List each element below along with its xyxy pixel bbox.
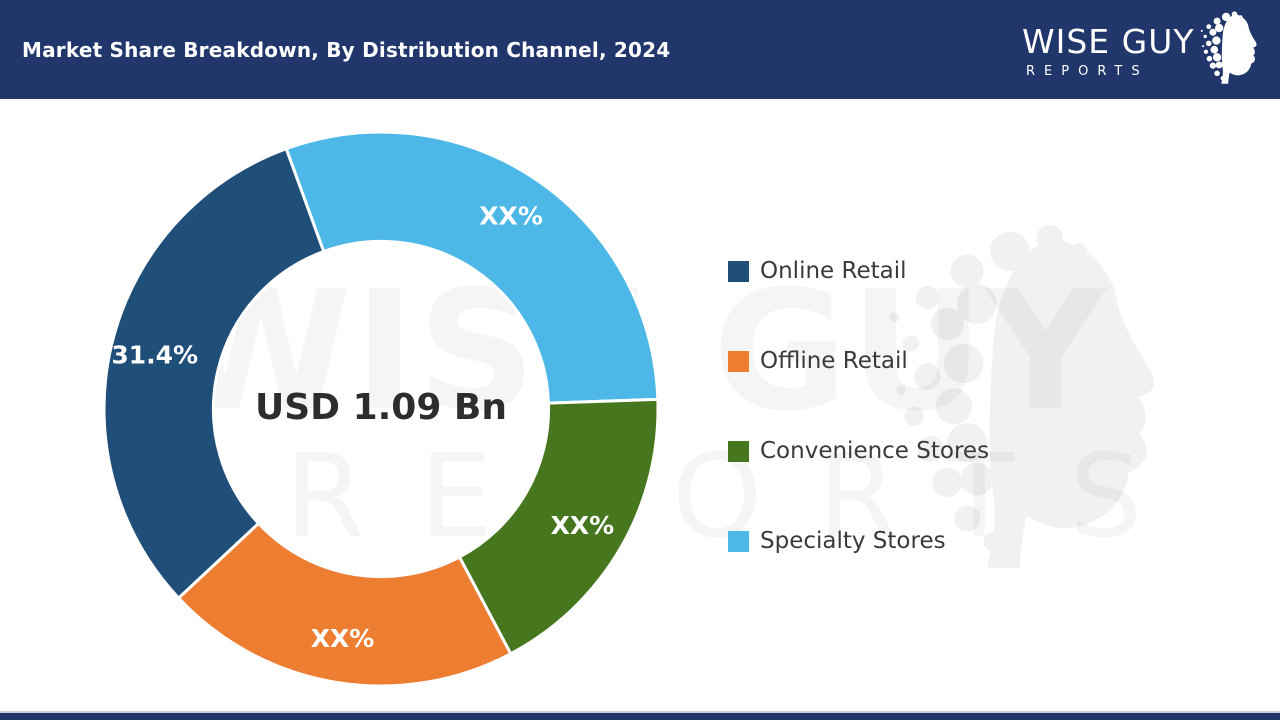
legend-swatch bbox=[728, 440, 749, 462]
legend-label: Offline Retail bbox=[760, 348, 908, 374]
logo-wordmark: WISE GUY bbox=[1022, 22, 1195, 61]
legend-label: Convenience Stores bbox=[760, 438, 990, 464]
legend-label: Online Retail bbox=[760, 258, 907, 284]
page-title: Market Share Breakdown, By Distribution … bbox=[22, 37, 671, 62]
slice-label-offline-retail: XX% bbox=[311, 624, 375, 653]
logo-subtitle: REPORTS bbox=[1026, 64, 1149, 79]
legend-item: Convenience Stores bbox=[728, 437, 989, 465]
donut-segment-online-retail bbox=[102, 147, 326, 600]
legend-swatch bbox=[728, 530, 749, 552]
header-bar: Market Share Breakdown, By Distribution … bbox=[0, 0, 1280, 99]
legend-swatch bbox=[728, 350, 749, 372]
chart-center-value: USD 1.09 Bn bbox=[255, 387, 507, 428]
slice-label-convenience-stores: XX% bbox=[551, 511, 615, 540]
page: Market Share Breakdown, By Distribution … bbox=[0, 0, 1280, 720]
legend-swatch bbox=[728, 260, 749, 282]
chart-legend: Online Retail Offline Retail Convenience S… bbox=[728, 257, 989, 555]
legend-item: Online Retail bbox=[728, 257, 989, 285]
donut-segment-specialty-stores bbox=[284, 130, 660, 405]
legend-item: Specialty Stores bbox=[728, 527, 989, 555]
footer-bar bbox=[0, 713, 1280, 720]
wise-guy-logo: WISE GUY REPORTS bbox=[1016, 6, 1266, 94]
slice-label-specialty-stores: XX% bbox=[479, 202, 543, 231]
legend-item: Offline Retail bbox=[728, 347, 989, 375]
slice-label-online-retail: 31.4% bbox=[111, 340, 198, 369]
legend-label: Specialty Stores bbox=[760, 528, 946, 554]
logo-face-icon bbox=[1196, 10, 1266, 90]
